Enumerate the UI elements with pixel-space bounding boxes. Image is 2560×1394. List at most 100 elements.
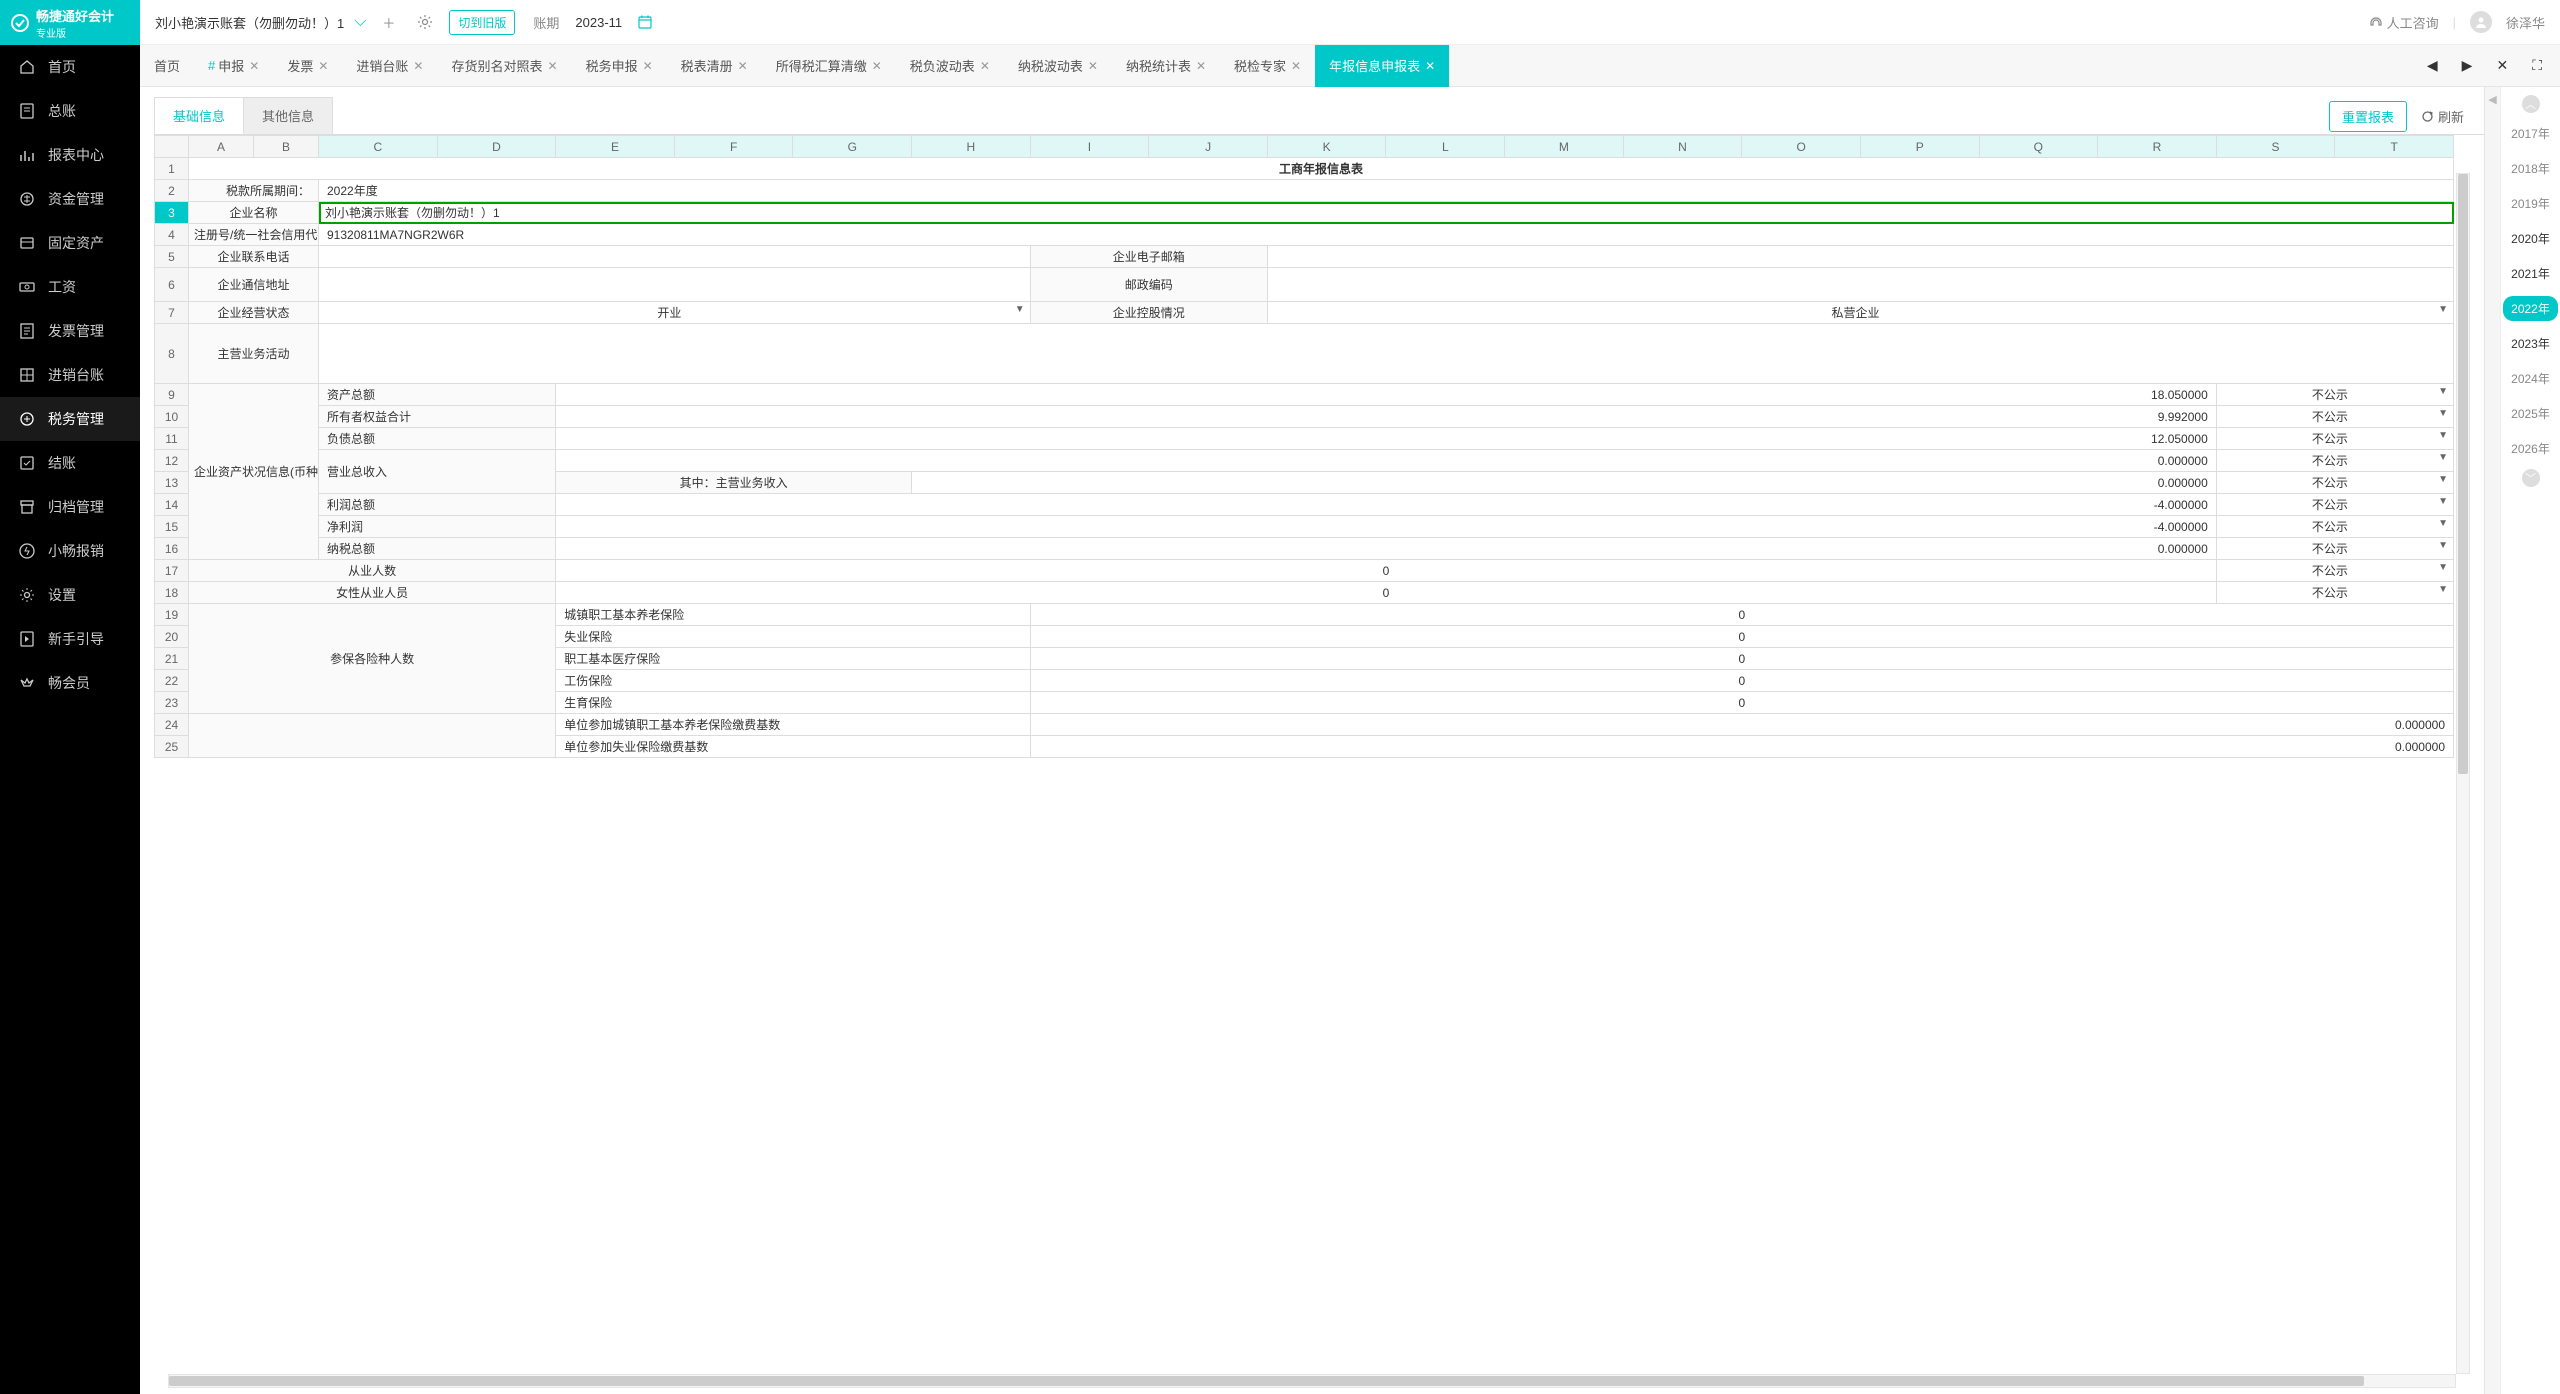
col-header[interactable]: D [437,136,556,158]
support-link[interactable]: 人工咨询 [2369,13,2439,32]
tab[interactable]: 税表清册✕ [667,45,762,87]
row-header[interactable]: 11 [155,428,189,450]
company-name-cell[interactable]: 刘小艳演示账套（勿删勿动！）1 [319,202,2454,224]
row-header[interactable]: 9 [155,384,189,406]
tab[interactable]: 税检专家✕ [1220,45,1315,87]
spreadsheet[interactable]: ABCDEFGHIJKLMNOPQRST1工商年报信息表2税款所属期间：2022… [154,134,2484,1394]
collapse-bar[interactable]: ◀ [2484,87,2500,1394]
close-icon[interactable]: ✕ [249,59,259,73]
close-icon[interactable]: ✕ [318,59,328,73]
period-value[interactable]: 2023-11 [575,15,622,30]
holding-select[interactable]: 私营企业▼ [1267,302,2453,324]
row-header[interactable]: 21 [155,648,189,670]
row-header[interactable]: 6 [155,268,189,302]
reset-button[interactable]: 重置报表 [2329,101,2407,132]
nav-item-settings[interactable]: 设置 [0,573,140,617]
nav-item-archive[interactable]: 归档管理 [0,485,140,529]
row-header[interactable]: 3 [155,202,189,224]
col-header[interactable]: R [2098,136,2217,158]
col-header[interactable]: K [1267,136,1386,158]
col-header[interactable]: O [1742,136,1861,158]
close-icon[interactable]: ✕ [980,59,990,73]
close-icon[interactable]: ✕ [872,59,882,73]
row-header[interactable]: 18 [155,582,189,604]
nav-item-ledger[interactable]: 总账 [0,89,140,133]
row-header[interactable]: 13 [155,472,189,494]
row-header[interactable]: 1 [155,158,189,180]
gear-icon[interactable] [411,10,439,34]
year-item[interactable]: 2023年 [2503,331,2558,356]
col-header[interactable]: J [1149,136,1268,158]
row-header[interactable]: 15 [155,516,189,538]
close-icon[interactable]: ✕ [413,59,423,73]
col-header[interactable]: I [1030,136,1149,158]
status-select[interactable]: 开业▼ [319,302,1031,324]
nav-item-vip[interactable]: 畅会员 [0,661,140,705]
avatar[interactable] [2470,11,2492,33]
tab[interactable]: 进销台账✕ [342,45,437,87]
add-icon[interactable]: ＋ [376,9,401,36]
col-header[interactable]: Q [1979,136,2098,158]
close-icon[interactable]: ✕ [1088,59,1098,73]
sheet-tab[interactable]: 基础信息 [154,97,244,134]
nav-item-stock[interactable]: 进销台账 [0,353,140,397]
year-item[interactable]: 2021年 [2503,261,2558,286]
nav-item-expense[interactable]: 小畅报销 [0,529,140,573]
row-header[interactable]: 2 [155,180,189,202]
chevron-down-icon[interactable]: ⌵ [354,13,366,31]
nav-item-invoice[interactable]: 发票管理 [0,309,140,353]
col-header[interactable]: F [674,136,793,158]
tab[interactable]: 所得税汇算清缴✕ [762,45,896,87]
row-header[interactable]: 14 [155,494,189,516]
col-header[interactable]: C [319,136,438,158]
row-header[interactable]: 5 [155,246,189,268]
row-header[interactable]: 25 [155,736,189,758]
row-header[interactable]: 12 [155,450,189,472]
nav-item-home[interactable]: 首页 [0,45,140,89]
tabs-prev-icon[interactable]: ◀ [2419,53,2446,78]
close-icon[interactable]: ✕ [1425,59,1435,73]
switch-old-button[interactable]: 切到旧版 [449,10,515,35]
row-header[interactable]: 19 [155,604,189,626]
nav-item-guide[interactable]: 新手引导 [0,617,140,661]
tab[interactable]: #申报✕ [194,45,273,87]
horizontal-scrollbar[interactable] [168,1374,2456,1388]
nav-item-close[interactable]: 结账 [0,441,140,485]
tab[interactable]: 发票✕ [273,45,342,87]
tabs-close-icon[interactable]: ✕ [2488,53,2516,78]
row-header[interactable]: 24 [155,714,189,736]
col-header[interactable]: A [189,136,254,158]
tab[interactable]: 存货别名对照表✕ [437,45,571,87]
nav-item-asset[interactable]: 固定资产 [0,221,140,265]
row-header[interactable]: 7 [155,302,189,324]
row-header[interactable]: 22 [155,670,189,692]
col-header[interactable]: H [912,136,1031,158]
col-header[interactable]: S [2216,136,2335,158]
close-icon[interactable]: ✕ [738,59,748,73]
account-name[interactable]: 刘小艳演示账套（勿删勿动！）1 [155,13,344,32]
tab[interactable]: 纳税统计表✕ [1112,45,1220,87]
refresh-button[interactable]: 刷新 [2421,107,2464,126]
close-icon[interactable]: ✕ [1196,59,1206,73]
nav-item-salary[interactable]: 工资 [0,265,140,309]
year-item[interactable]: 2022年 [2503,296,2558,321]
col-header[interactable]: G [793,136,912,158]
year-item[interactable]: 2020年 [2503,226,2558,251]
tab[interactable]: 税务申报✕ [572,45,667,87]
nav-item-tax[interactable]: 税务管理 [0,397,140,441]
user-name[interactable]: 徐泽华 [2506,13,2545,32]
col-header[interactable]: L [1386,136,1505,158]
col-header[interactable]: P [1860,136,1979,158]
col-header[interactable]: M [1505,136,1624,158]
col-header[interactable]: T [2335,136,2454,158]
fullscreen-icon[interactable]: ⛶ [2524,53,2550,78]
tabs-next-icon[interactable]: ▶ [2454,53,2481,78]
close-icon[interactable]: ✕ [643,59,653,73]
nav-item-report[interactable]: 报表中心 [0,133,140,177]
vertical-scrollbar[interactable] [2456,173,2470,1374]
tab[interactable]: 年报信息申报表✕ [1315,45,1449,87]
year-down-icon[interactable]: ﹀ [2522,469,2540,487]
row-header[interactable]: 23 [155,692,189,714]
calendar-icon[interactable] [638,15,652,29]
nav-item-fund[interactable]: 资金管理 [0,177,140,221]
